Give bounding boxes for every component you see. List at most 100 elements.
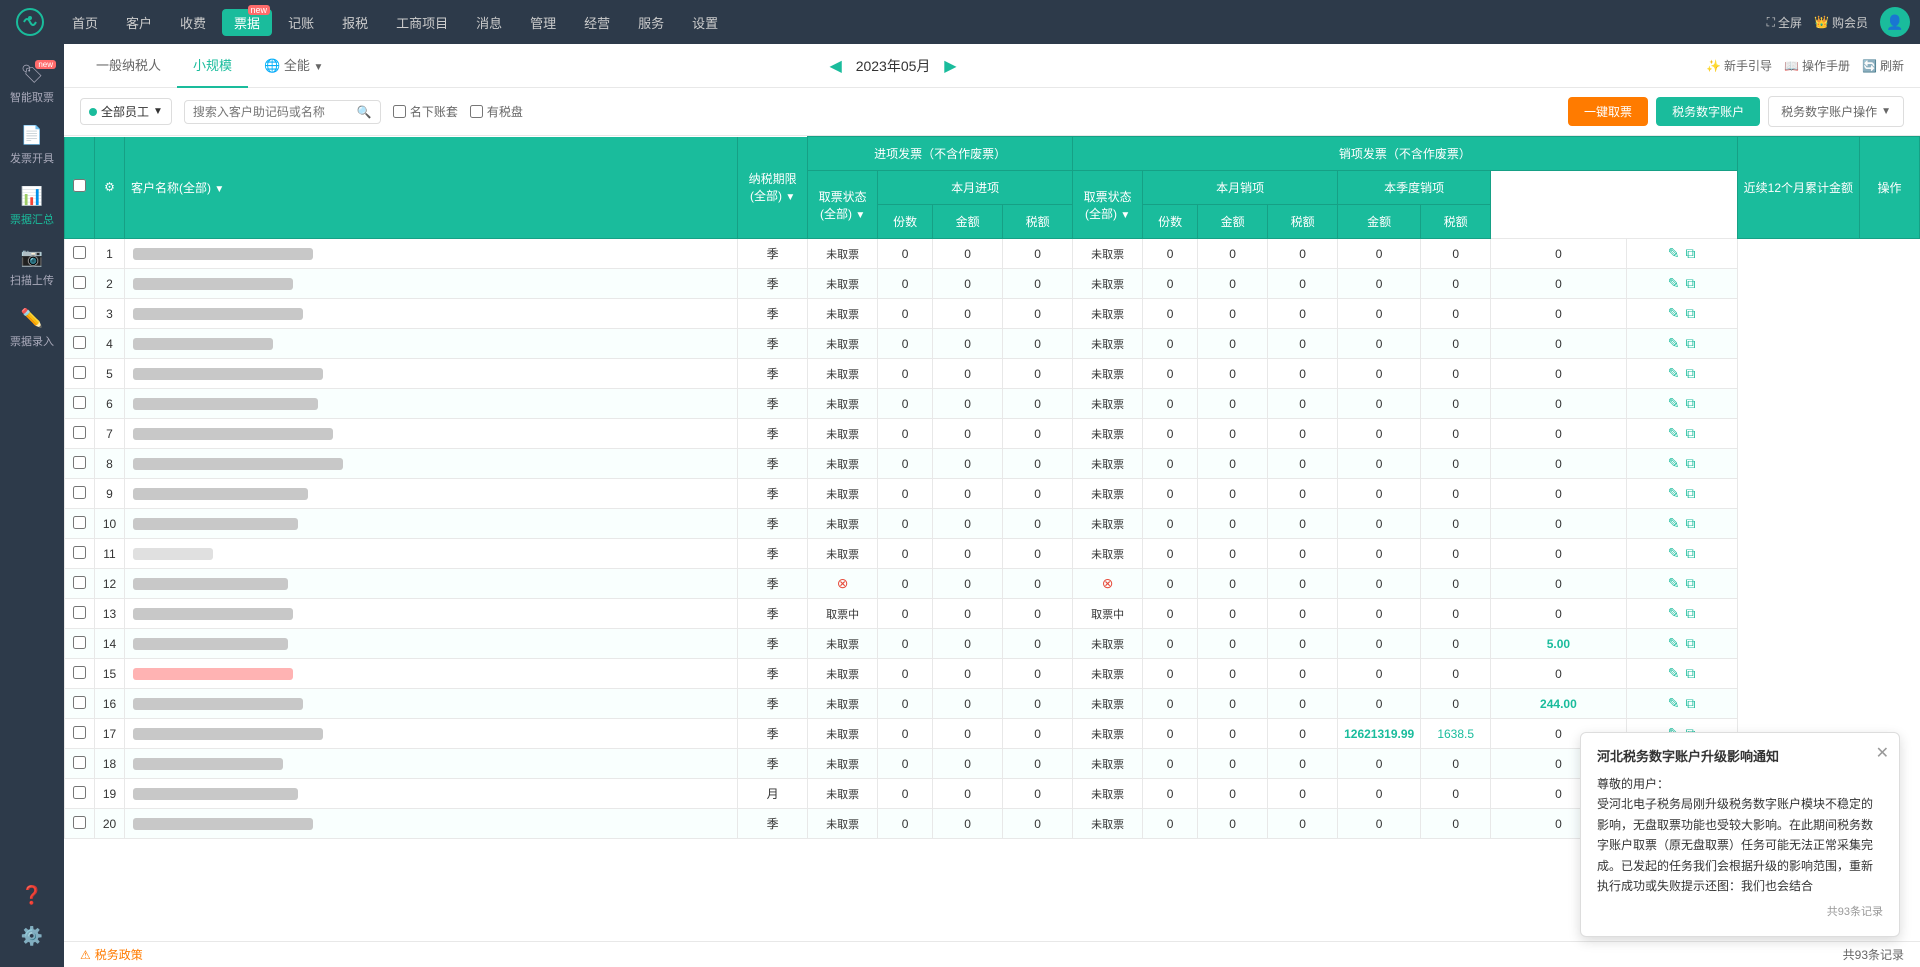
row-checkbox[interactable]: [73, 276, 86, 289]
row-checkbox[interactable]: [73, 726, 86, 739]
row-client-name[interactable]: ██████████████: [125, 689, 738, 719]
row-checkbox[interactable]: [73, 546, 86, 559]
row-client-name[interactable]: ██████████████: [125, 359, 738, 389]
nav-account[interactable]: 记账: [276, 9, 326, 36]
edit-icon[interactable]: ✎: [1668, 455, 1680, 472]
row-checkbox[interactable]: [73, 336, 86, 349]
copy-icon[interactable]: ⧉: [1686, 425, 1696, 442]
nav-business[interactable]: 工商项目: [384, 9, 460, 36]
fullscreen-button[interactable]: ⛶ 全屏: [1767, 14, 1802, 31]
select-all-checkbox[interactable]: [73, 179, 86, 192]
nav-home[interactable]: 首页: [60, 9, 110, 36]
checkbox-my-accounts[interactable]: 名下账套: [393, 103, 458, 120]
search-icon[interactable]: 🔍: [357, 105, 372, 119]
checkbox-has-tax-disk[interactable]: 有税盘: [470, 103, 523, 120]
row-client-name[interactable]: ██████████████: [125, 809, 738, 839]
edit-icon[interactable]: ✎: [1668, 515, 1680, 532]
sidebar-item-issue-ticket[interactable]: 📄 发票开具: [0, 115, 64, 176]
copy-icon[interactable]: ⧉: [1686, 275, 1696, 292]
search-input[interactable]: [193, 105, 353, 119]
nav-service[interactable]: 服务: [626, 9, 676, 36]
row-client-name[interactable]: ██████████████: [125, 659, 738, 689]
row-checkbox[interactable]: [73, 396, 86, 409]
copy-icon[interactable]: ⧉: [1686, 365, 1696, 382]
nav-operation[interactable]: 经营: [572, 9, 622, 36]
row-checkbox[interactable]: [73, 816, 86, 829]
edit-icon[interactable]: ✎: [1668, 575, 1680, 592]
edit-icon[interactable]: ✎: [1668, 635, 1680, 652]
prev-month-button[interactable]: ◀: [824, 54, 848, 78]
row-checkbox[interactable]: [73, 486, 86, 499]
copy-icon[interactable]: ⧉: [1686, 605, 1696, 622]
row-client-name[interactable]: ██████████████: [125, 539, 738, 569]
row-client-name[interactable]: ██████████████: [125, 269, 738, 299]
row-checkbox[interactable]: [73, 576, 86, 589]
refresh-button[interactable]: 🔄 刷新: [1862, 57, 1904, 74]
edit-icon[interactable]: ✎: [1668, 335, 1680, 352]
one-click-ticket-button[interactable]: 一键取票: [1568, 97, 1648, 126]
tab-small-scale[interactable]: 小规模: [177, 44, 248, 88]
edit-icon[interactable]: ✎: [1668, 275, 1680, 292]
nav-manage[interactable]: 管理: [518, 9, 568, 36]
row-checkbox[interactable]: [73, 756, 86, 769]
row-client-name[interactable]: ██████████████: [125, 569, 738, 599]
vip-button[interactable]: 👑 购会员: [1814, 14, 1868, 31]
edit-icon[interactable]: ✎: [1668, 305, 1680, 322]
sidebar-item-smart-ticket[interactable]: 🏷 智能取票 new: [0, 54, 64, 115]
guide-button[interactable]: ✨ 新手引导: [1706, 57, 1772, 74]
row-client-name[interactable]: ██████████████: [125, 749, 738, 779]
copy-icon[interactable]: ⧉: [1686, 485, 1696, 502]
edit-icon[interactable]: ✎: [1668, 665, 1680, 682]
row-checkbox[interactable]: [73, 696, 86, 709]
edit-icon[interactable]: ✎: [1668, 485, 1680, 502]
copy-icon[interactable]: ⧉: [1686, 455, 1696, 472]
row-client-name[interactable]: ██████████████: [125, 509, 738, 539]
row-checkbox[interactable]: [73, 456, 86, 469]
row-client-name[interactable]: ██████████████: [125, 449, 738, 479]
row-checkbox[interactable]: [73, 516, 86, 529]
copy-icon[interactable]: ⧉: [1686, 575, 1696, 592]
row-checkbox[interactable]: [73, 306, 86, 319]
tax-digital-account-ops-button[interactable]: 税务数字账户操作 ▼: [1768, 96, 1904, 127]
has-tax-disk-checkbox[interactable]: [470, 105, 483, 118]
sidebar-item-help[interactable]: ❓: [16, 875, 48, 916]
tab-all[interactable]: 🌐 全能 ▼: [248, 44, 339, 88]
row-checkbox[interactable]: [73, 366, 86, 379]
edit-icon[interactable]: ✎: [1668, 425, 1680, 442]
edit-icon[interactable]: ✎: [1668, 695, 1680, 712]
copy-icon[interactable]: ⧉: [1686, 695, 1696, 712]
row-checkbox[interactable]: [73, 426, 86, 439]
next-month-button[interactable]: ▶: [938, 54, 962, 78]
nav-client[interactable]: 客户: [114, 9, 164, 36]
copy-icon[interactable]: ⧉: [1686, 635, 1696, 652]
settings-icon[interactable]: ⚙: [104, 180, 115, 194]
row-client-name[interactable]: ██████████████: [125, 389, 738, 419]
edit-icon[interactable]: ✎: [1668, 395, 1680, 412]
edit-icon[interactable]: ✎: [1668, 245, 1680, 262]
nav-ticket[interactable]: 票据new: [222, 9, 272, 36]
row-client-name[interactable]: ██████████████: [125, 299, 738, 329]
row-checkbox[interactable]: [73, 606, 86, 619]
my-accounts-checkbox[interactable]: [393, 105, 406, 118]
employee-select[interactable]: 全部员工 ▼: [80, 98, 172, 125]
row-client-name[interactable]: ██████████████: [125, 329, 738, 359]
status-text[interactable]: 税务政策: [95, 946, 143, 963]
row-client-name[interactable]: ██████████████: [125, 599, 738, 629]
copy-icon[interactable]: ⧉: [1686, 305, 1696, 322]
manual-button[interactable]: 📖 操作手册: [1784, 57, 1850, 74]
sidebar-item-entry[interactable]: ✏️ 票据录入: [0, 298, 64, 359]
nav-tax[interactable]: 报税: [330, 9, 380, 36]
row-client-name[interactable]: ██████████████: [125, 479, 738, 509]
sidebar-item-scan[interactable]: 📷 扫描上传: [0, 237, 64, 298]
row-checkbox[interactable]: [73, 246, 86, 259]
tab-general-taxpayer[interactable]: 一般纳税人: [80, 44, 177, 88]
row-client-name[interactable]: ██████████████: [125, 629, 738, 659]
copy-icon[interactable]: ⧉: [1686, 335, 1696, 352]
sidebar-item-config[interactable]: ⚙️: [16, 916, 48, 957]
user-avatar[interactable]: 👤: [1880, 7, 1910, 37]
copy-icon[interactable]: ⧉: [1686, 395, 1696, 412]
copy-icon[interactable]: ⧉: [1686, 665, 1696, 682]
nav-fee[interactable]: 收费: [168, 9, 218, 36]
copy-icon[interactable]: ⧉: [1686, 545, 1696, 562]
nav-message[interactable]: 消息: [464, 9, 514, 36]
